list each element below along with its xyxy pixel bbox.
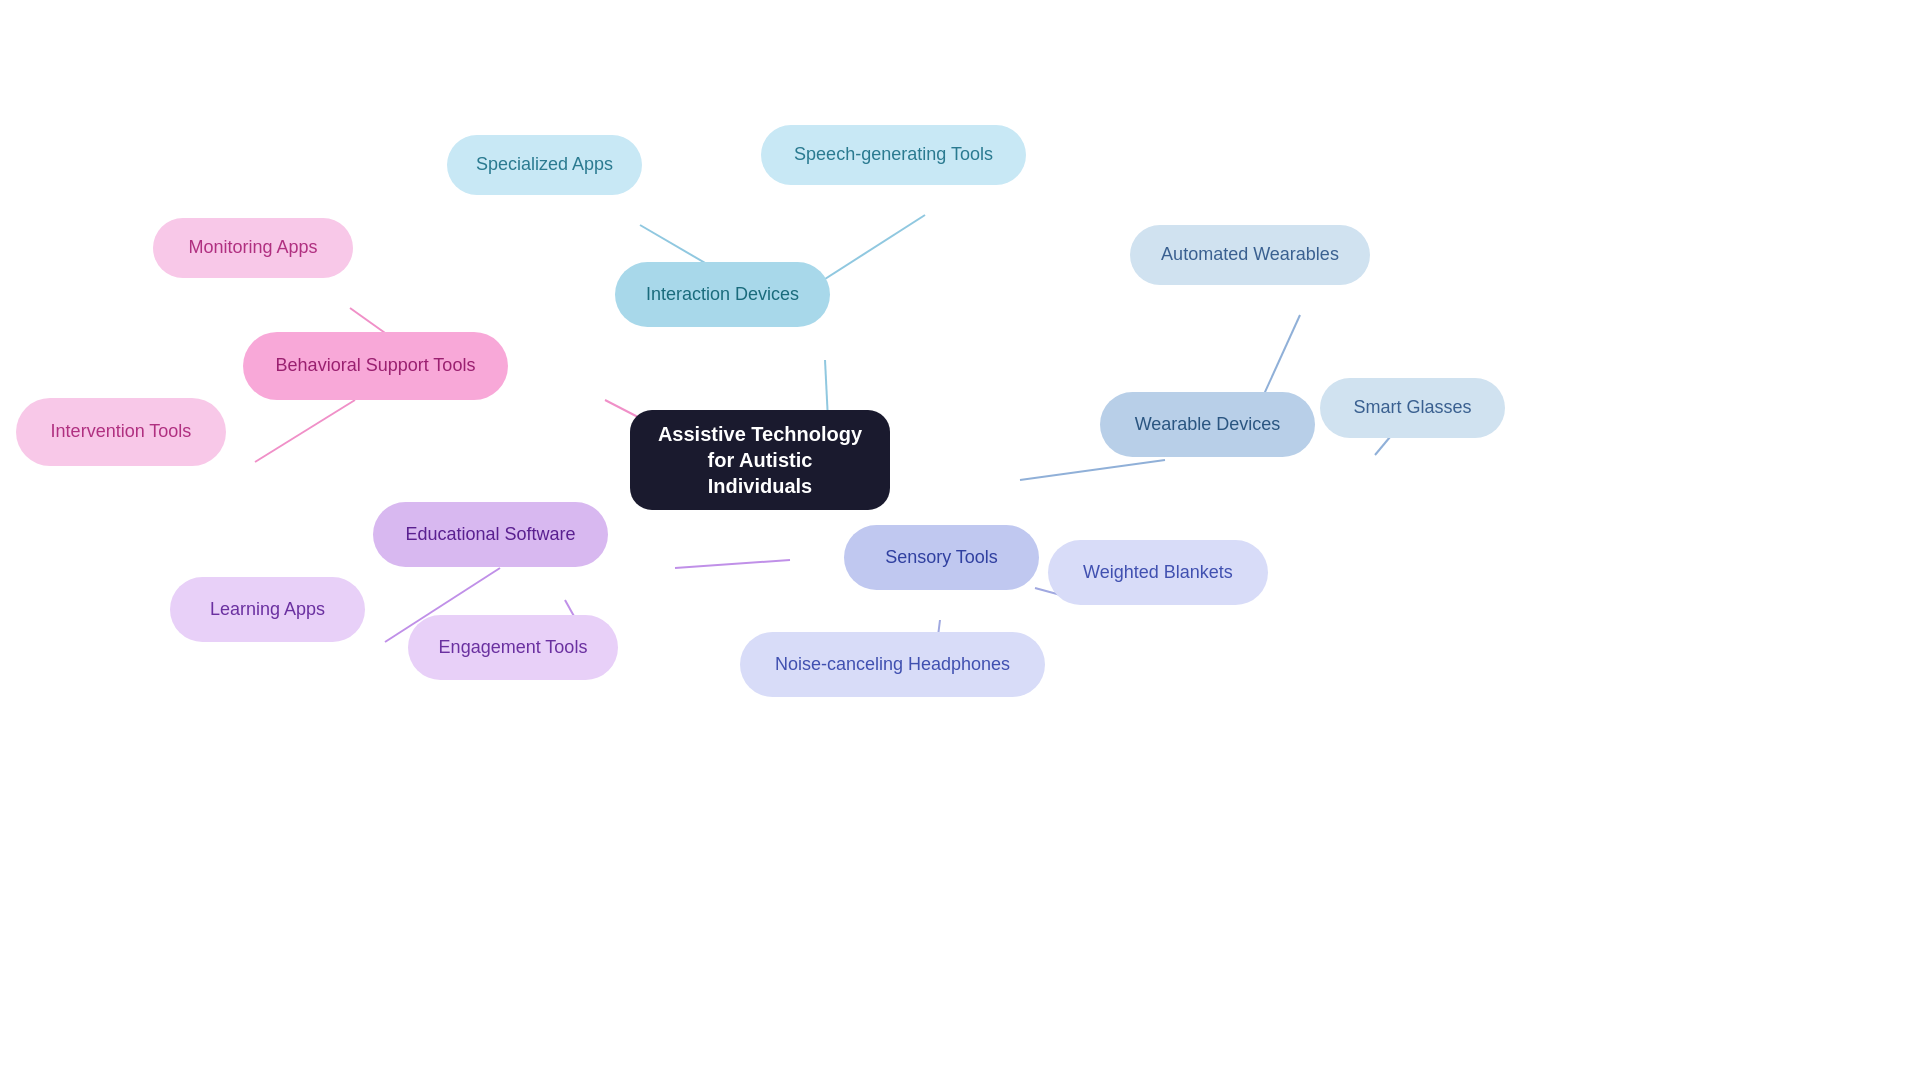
noise-canceling-label: Noise-canceling Headphones: [775, 653, 1010, 676]
intervention-tools-node: Intervention Tools: [16, 398, 226, 466]
smart-glasses-node: Smart Glasses: [1320, 378, 1505, 438]
weighted-blankets-label: Weighted Blankets: [1083, 561, 1233, 584]
smart-glasses-label: Smart Glasses: [1353, 396, 1471, 419]
sensory-tools-label: Sensory Tools: [885, 546, 998, 569]
behavioral-tools-node: Behavioral Support Tools: [243, 332, 508, 400]
svg-line-9: [675, 560, 790, 568]
engagement-tools-node: Engagement Tools: [408, 615, 618, 680]
educational-software-label: Educational Software: [405, 523, 575, 546]
center-node: Assistive Technology for Autistic Indivi…: [630, 410, 890, 510]
monitoring-apps-node: Monitoring Apps: [153, 218, 353, 278]
learning-apps-label: Learning Apps: [210, 598, 325, 621]
educational-software-node: Educational Software: [373, 502, 608, 567]
engagement-tools-label: Engagement Tools: [439, 636, 588, 659]
speech-tools-label: Speech-generating Tools: [794, 143, 993, 166]
specialized-apps-node: Specialized Apps: [447, 135, 642, 195]
interaction-devices-label: Interaction Devices: [646, 283, 799, 306]
monitoring-apps-label: Monitoring Apps: [188, 236, 317, 259]
specialized-apps-label: Specialized Apps: [476, 153, 613, 176]
svg-line-3: [1020, 460, 1165, 480]
speech-tools-node: Speech-generating Tools: [761, 125, 1026, 185]
weighted-blankets-node: Weighted Blankets: [1048, 540, 1268, 605]
interaction-devices-node: Interaction Devices: [615, 262, 830, 327]
behavioral-tools-label: Behavioral Support Tools: [276, 354, 476, 377]
automated-wearables-node: Automated Wearables: [1130, 225, 1370, 285]
noise-canceling-node: Noise-canceling Headphones: [740, 632, 1045, 697]
wearable-devices-node: Wearable Devices: [1100, 392, 1315, 457]
sensory-tools-node: Sensory Tools: [844, 525, 1039, 590]
center-label: Assistive Technology for Autistic Indivi…: [654, 421, 866, 499]
wearable-devices-label: Wearable Devices: [1135, 413, 1281, 436]
intervention-tools-label: Intervention Tools: [51, 420, 192, 443]
automated-wearables-label: Automated Wearables: [1161, 243, 1339, 266]
svg-line-8: [255, 400, 355, 462]
learning-apps-node: Learning Apps: [170, 577, 365, 642]
